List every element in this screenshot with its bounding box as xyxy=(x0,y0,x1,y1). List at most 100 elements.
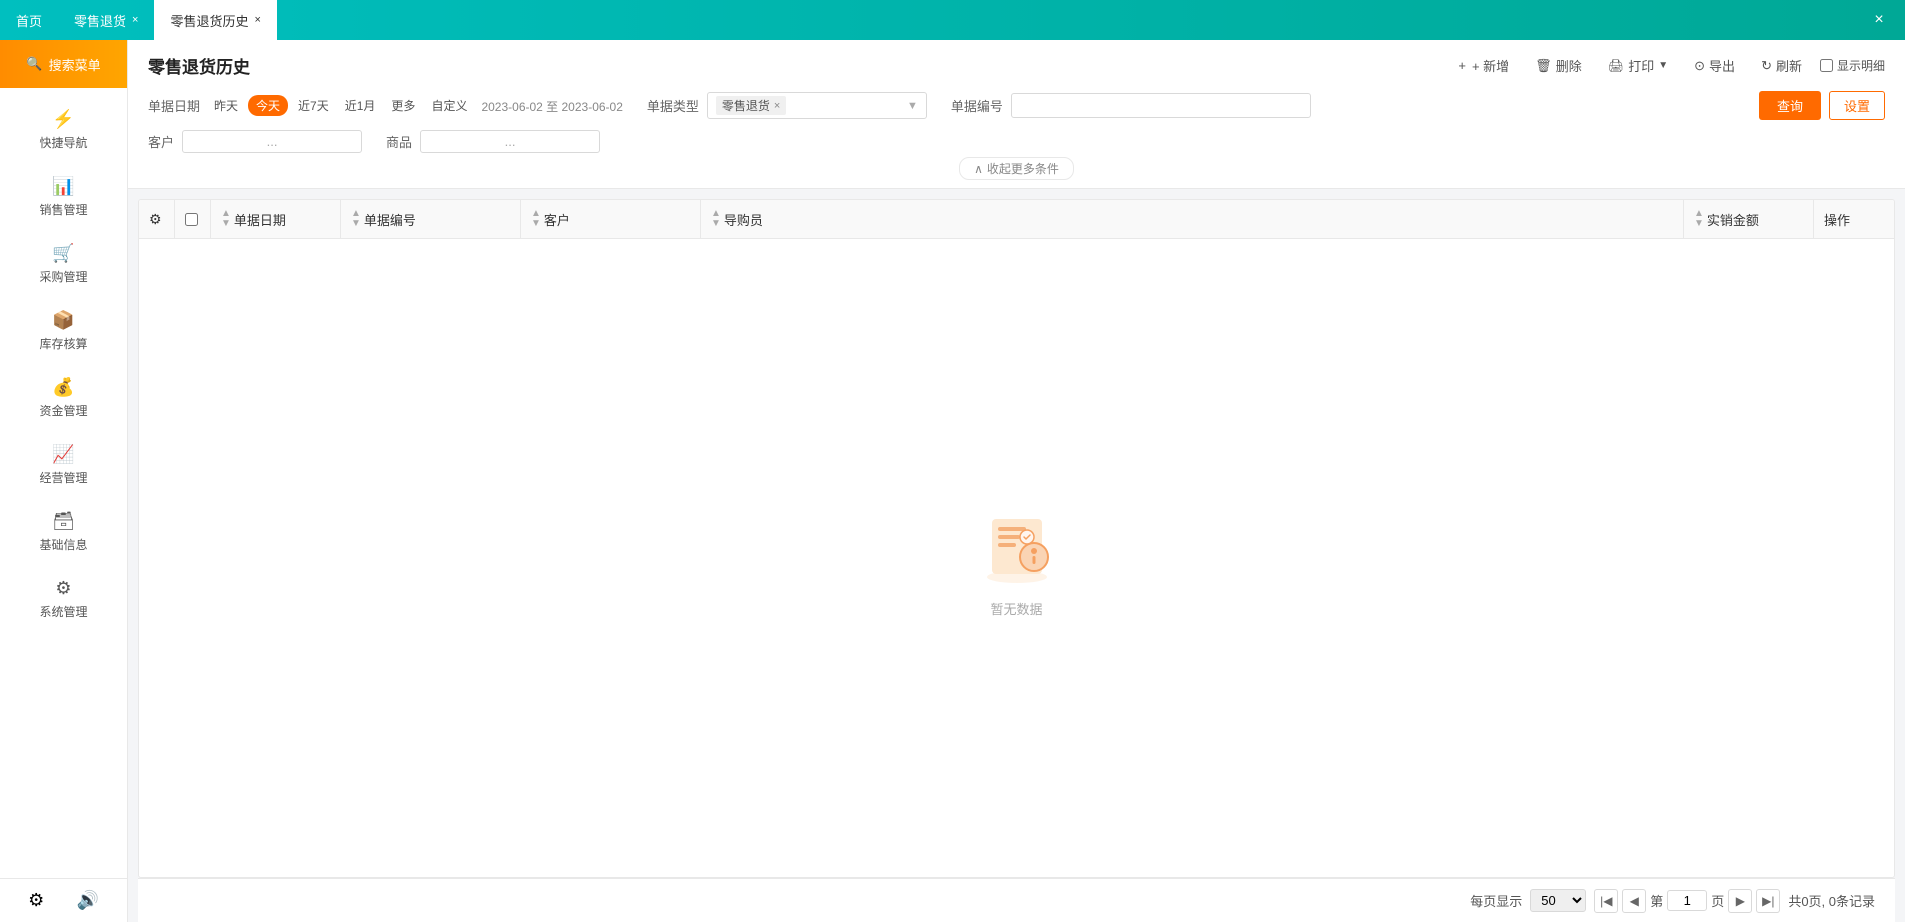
print-arrow-icon: ▼ xyxy=(1658,60,1668,71)
purchase-icon: 🛒 xyxy=(53,242,75,264)
sidebar-item-label: 系统管理 xyxy=(39,603,87,620)
tab-retail-return[interactable]: 零售退货 × xyxy=(58,0,154,40)
sidebar-item-sales[interactable]: 📊 销售管理 xyxy=(0,163,127,230)
tab-retail-return-close[interactable]: × xyxy=(132,14,138,26)
product-label: 商品 xyxy=(386,132,412,151)
filter-row-1: 单据日期 昨天 今天 近7天 近1月 更多 自定义 2023-06-02 至 2… xyxy=(148,91,1885,120)
th-amount[interactable]: ▲▼ 实销金额 xyxy=(1684,200,1814,238)
settings-icon[interactable]: ⚙ xyxy=(28,890,44,911)
finance-icon: 💰 xyxy=(53,376,75,398)
per-page-select[interactable]: 50 10 20 100 xyxy=(1530,889,1586,912)
bill-type-tag-close[interactable]: × xyxy=(774,100,780,112)
customer-label: 客户 xyxy=(148,132,174,151)
page-header: 零售退货历史 + + 新增 🗑 删除 🖨 打印 ▼ xyxy=(128,40,1905,189)
refresh-button[interactable]: ↻ 刷新 xyxy=(1753,52,1810,79)
bill-no-input[interactable] xyxy=(1011,93,1311,118)
settings-icon: ⚙ xyxy=(149,211,162,228)
query-button[interactable]: 查询 xyxy=(1759,91,1821,120)
select-all-checkbox[interactable] xyxy=(185,213,198,226)
th-checkbox[interactable] xyxy=(175,200,211,238)
customer-ellipsis: ... xyxy=(267,134,278,149)
tab-retail-return-history-close[interactable]: × xyxy=(254,14,260,26)
sidebar-item-finance[interactable]: 💰 资金管理 xyxy=(0,364,127,431)
th-customer-sort-icon: ▲▼ xyxy=(531,209,541,229)
top-bar-right: × xyxy=(1869,10,1905,30)
filter-area: 单据日期 昨天 今天 近7天 近1月 更多 自定义 2023-06-02 至 2… xyxy=(148,91,1885,188)
audio-icon[interactable]: 🔊 xyxy=(76,890,98,911)
date-opt-more[interactable]: 更多 xyxy=(385,95,421,116)
delete-button[interactable]: 🗑 删除 xyxy=(1527,52,1590,79)
th-guide[interactable]: ▲▼ 导购员 xyxy=(701,200,1684,238)
tab-retail-return-history[interactable]: 零售退货历史 × xyxy=(154,0,276,40)
app-layout: 🔍 搜索菜单 ⚡ 快捷导航 📊 销售管理 🛒 采购管理 📦 库存核算 💰 xyxy=(0,40,1905,922)
sidebar-item-system[interactable]: ⚙ 系统管理 xyxy=(0,565,127,632)
date-filter-label: 单据日期 xyxy=(148,96,200,115)
first-page-button[interactable]: |◀ xyxy=(1594,889,1618,913)
th-amount-sort-icon: ▲▼ xyxy=(1694,209,1704,229)
sidebar-item-label: 经营管理 xyxy=(39,469,87,486)
th-date-sort-icon: ▲▼ xyxy=(221,209,231,229)
print-button[interactable]: 🖨 打印 ▼ xyxy=(1600,52,1676,79)
product-select-button[interactable]: ... xyxy=(420,130,600,153)
sidebar-item-label: 快捷导航 xyxy=(39,134,87,151)
bill-type-select[interactable]: 零售退货 × ▼ xyxy=(707,92,927,119)
sidebar-item-quick-nav[interactable]: ⚡ 快捷导航 xyxy=(0,96,127,163)
date-opt-7days[interactable]: 近7天 xyxy=(292,95,335,116)
bill-type-filter: 单据类型 零售退货 × ▼ xyxy=(647,92,927,119)
date-opt-1month[interactable]: 近1月 xyxy=(339,95,382,116)
table-header: ⚙ ▲▼ 单据日期 ▲▼ 单据编号 ▲▼ 客户 ▲▼ xyxy=(139,200,1894,239)
collapse-row: ∧ 收起更多条件 xyxy=(148,153,1885,188)
collapse-button[interactable]: ∧ 收起更多条件 xyxy=(959,157,1074,180)
sidebar-item-label: 采购管理 xyxy=(39,268,87,285)
sidebar-item-operations[interactable]: 📈 经营管理 xyxy=(0,431,127,498)
th-bill-no-sort-icon: ▲▼ xyxy=(351,209,361,229)
sidebar: 🔍 搜索菜单 ⚡ 快捷导航 📊 销售管理 🛒 采购管理 📦 库存核算 💰 xyxy=(0,40,128,922)
date-range-display: 2023-06-02 至 2023-06-02 xyxy=(481,98,622,115)
sidebar-search-button[interactable]: 🔍 搜索菜单 xyxy=(0,40,127,88)
show-detail-input[interactable] xyxy=(1820,59,1833,72)
th-settings[interactable]: ⚙ xyxy=(139,200,175,238)
sidebar-item-label: 销售管理 xyxy=(39,201,87,218)
top-bar: 首页 零售退货 × 零售退货历史 × × xyxy=(0,0,1905,40)
date-opt-today[interactable]: 今天 xyxy=(248,95,288,116)
sidebar-bottom: ⚙ 🔊 xyxy=(0,878,127,922)
new-button[interactable]: + + 新增 xyxy=(1450,52,1517,79)
show-detail-checkbox[interactable]: 显示明细 xyxy=(1820,57,1885,74)
collapse-arrow-icon: ∧ xyxy=(974,162,983,176)
tab-home[interactable]: 首页 xyxy=(0,0,58,40)
tab-retail-return-history-label: 零售退货历史 xyxy=(170,11,248,30)
export-button[interactable]: ⊙ 导出 xyxy=(1686,52,1743,79)
tab-list: 首页 零售退货 × 零售退货历史 × xyxy=(0,0,1869,40)
date-opt-custom[interactable]: 自定义 xyxy=(425,95,473,116)
export-icon: ⊙ xyxy=(1694,58,1705,74)
th-date-label: 单据日期 xyxy=(234,210,286,229)
page-number-input[interactable] xyxy=(1667,890,1707,911)
th-bill-no-label: 单据编号 xyxy=(364,210,416,229)
th-bill-no[interactable]: ▲▼ 单据编号 xyxy=(341,200,521,238)
page-title-row: 零售退货历史 + + 新增 🗑 删除 🖨 打印 ▼ xyxy=(148,52,1885,79)
sidebar-search-label: 搜索菜单 xyxy=(49,55,101,74)
sidebar-item-label: 库存核算 xyxy=(39,335,87,352)
th-customer[interactable]: ▲▼ 客户 xyxy=(521,200,701,238)
empty-text: 暂无数据 xyxy=(990,599,1042,618)
inventory-icon: 📦 xyxy=(53,309,75,331)
sidebar-item-label: 基础信息 xyxy=(39,536,87,553)
customer-select-button[interactable]: ... xyxy=(182,130,362,153)
th-guide-sort-icon: ▲▼ xyxy=(711,209,721,229)
sidebar-item-inventory[interactable]: 📦 库存核算 xyxy=(0,297,127,364)
prev-page-button[interactable]: ◀ xyxy=(1622,889,1646,913)
sidebar-item-purchase[interactable]: 🛒 采购管理 xyxy=(0,230,127,297)
page-navigation: |◀ ◀ 第 页 ▶ ▶| xyxy=(1594,889,1780,913)
th-customer-label: 客户 xyxy=(544,210,570,229)
last-page-button[interactable]: ▶| xyxy=(1756,889,1780,913)
next-page-button[interactable]: ▶ xyxy=(1728,889,1752,913)
sidebar-item-basic-info[interactable]: 🗃 基础信息 xyxy=(0,498,127,565)
bill-no-filter: 单据编号 xyxy=(951,93,1311,118)
setting-button[interactable]: 设置 xyxy=(1829,91,1885,120)
date-opt-yesterday[interactable]: 昨天 xyxy=(208,95,244,116)
empty-illustration xyxy=(972,499,1062,589)
th-date[interactable]: ▲▼ 单据日期 xyxy=(211,200,341,238)
customer-filter: 客户 ... xyxy=(148,130,362,153)
window-close-button[interactable]: × xyxy=(1869,10,1889,30)
pagination-bar: 每页显示 50 10 20 100 |◀ ◀ 第 页 ▶ ▶| 共0页, 0条记… xyxy=(138,878,1895,922)
